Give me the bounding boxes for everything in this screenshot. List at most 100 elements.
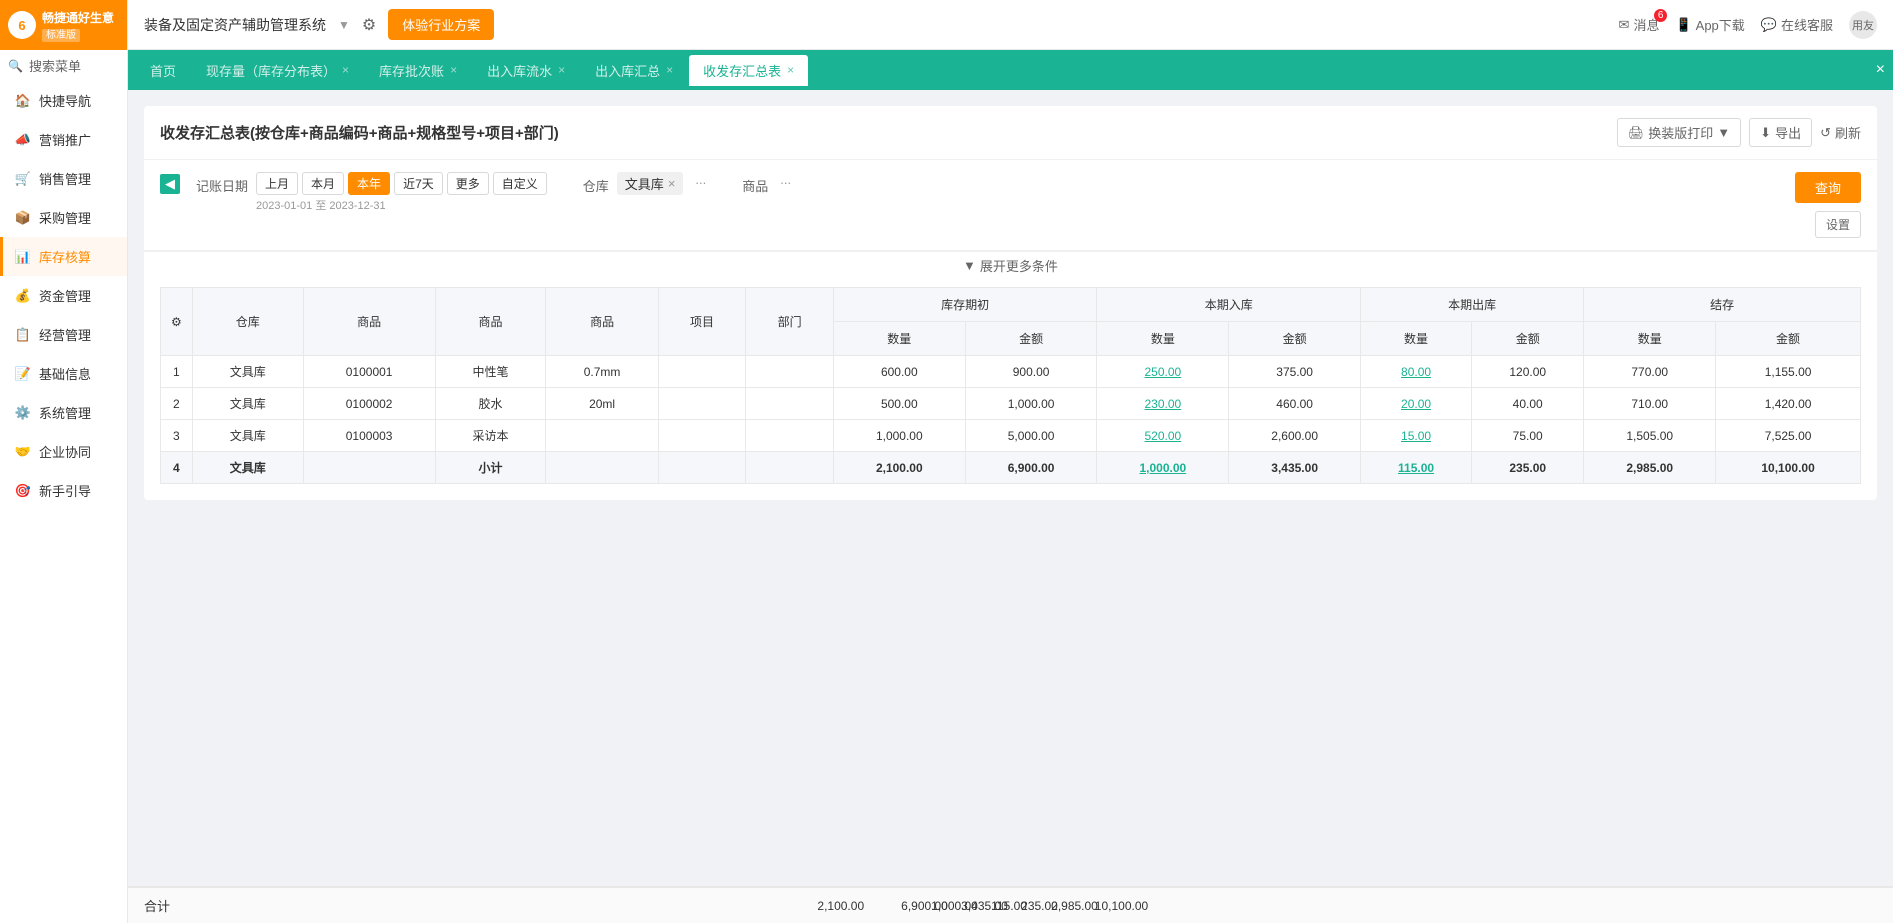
notification-icon: ✉ xyxy=(1619,17,1630,33)
warehouse-tag-close[interactable]: × xyxy=(668,176,676,191)
filter-toggle-button[interactable]: ◀ xyxy=(160,174,180,194)
col-group-out: 本期出库 xyxy=(1361,288,1584,322)
cell-out-qty[interactable]: 80.00 xyxy=(1361,356,1472,388)
home-icon: 🏠 xyxy=(15,93,31,109)
cell-product-code: 0100001 xyxy=(303,356,435,388)
cell-warehouse: 文具库 xyxy=(192,388,303,420)
query-section: 查询 设置 xyxy=(1795,172,1861,238)
date-btn-last-month[interactable]: 上月 xyxy=(256,172,298,195)
search-menu-item[interactable]: 🔍 搜索菜单 xyxy=(0,50,127,81)
date-btn-custom[interactable]: 自定义 xyxy=(493,172,547,195)
print-button[interactable]: 🖨 换装版打印 ▼ xyxy=(1617,118,1741,147)
cell-product-code: 0100002 xyxy=(303,388,435,420)
sidebar-item-purchase[interactable]: 📦 采购管理 xyxy=(0,198,127,237)
page-actions: 🖨 换装版打印 ▼ ⬇ 导出 ↺ 刷新 xyxy=(1617,118,1861,147)
data-table: ⚙ 仓库 商品 商品 商品 项目 部门 库存期初 本期入库 本期出库 结存 xyxy=(160,287,1861,484)
user-avatar[interactable]: 用友 xyxy=(1849,11,1877,39)
marketing-icon: 📣 xyxy=(15,132,31,148)
page-card: 收发存汇总表(按仓库+商品编码+商品+规格型号+项目+部门) 🖨 换装版打印 ▼… xyxy=(144,106,1877,500)
footer-out-qty: 115.00 xyxy=(981,899,1011,913)
settings-icon[interactable]: ⚙ xyxy=(362,15,376,35)
footer-closing-qty: 2,985.00 xyxy=(1041,899,1071,913)
tab-home[interactable]: 首页 xyxy=(136,55,190,86)
main-area: 装备及固定资产辅助管理系统 ▼ ⚙ 体验行业方案 ✉ 消息 6 📱 App下载 … xyxy=(128,0,1893,923)
cell-in-qty[interactable]: 1,000.00 xyxy=(1097,452,1229,484)
trial-button[interactable]: 体验行业方案 xyxy=(388,9,494,40)
sidebar-item-finance[interactable]: 💰 资金管理 xyxy=(0,276,127,315)
sidebar-logo: 6 畅捷通好生意 标准版 xyxy=(0,0,127,50)
col-out-qty: 数量 xyxy=(1361,322,1472,356)
col-closing-amount: 金额 xyxy=(1716,322,1861,356)
footer-data: 2,100.00 6,900.00 1,000.00 3,435.00 115.… xyxy=(186,899,1877,913)
cell-in-qty[interactable]: 230.00 xyxy=(1097,388,1229,420)
operations-icon: 📋 xyxy=(15,327,31,343)
sidebar-item-sales[interactable]: 🛒 销售管理 xyxy=(0,159,127,198)
tab-in-out-flow[interactable]: 出入库流水 × xyxy=(473,55,579,86)
cell-out-amount: 75.00 xyxy=(1472,420,1584,452)
col-product-spec: 商品 xyxy=(546,288,658,356)
tab-close-in-out-flow[interactable]: × xyxy=(558,63,565,77)
table-row: 3文具库0100003采访本1,000.005,000.00520.002,60… xyxy=(161,420,1861,452)
sidebar-item-quick-nav[interactable]: 🏠 快捷导航 xyxy=(0,81,127,120)
cell-in-qty[interactable]: 250.00 xyxy=(1097,356,1229,388)
date-range-display: 2023-01-01 至 2023-12-31 xyxy=(256,197,547,213)
tab-close-inventory-dist[interactable]: × xyxy=(342,63,349,77)
sidebar-item-guide[interactable]: 🎯 新手引导 xyxy=(0,471,127,510)
cell-opening-qty: 600.00 xyxy=(833,356,965,388)
date-btn-more[interactable]: 更多 xyxy=(447,172,489,195)
filter-date-section: 记账日期 上月 本月 本年 近7天 更多 自定义 2023-01-01 至 20… xyxy=(196,172,547,213)
cell-out-qty[interactable]: 20.00 xyxy=(1361,388,1472,420)
col-group-in: 本期入库 xyxy=(1097,288,1361,322)
tab-close-batch-account[interactable]: × xyxy=(450,63,457,77)
date-btn-this-month[interactable]: 本月 xyxy=(302,172,344,195)
sidebar-item-base-info[interactable]: 📝 基础信息 xyxy=(0,354,127,393)
cell-opening-amount: 900.00 xyxy=(965,356,1097,388)
online-support-button[interactable]: 💬 在线客服 xyxy=(1761,15,1833,34)
cell-closing-qty: 770.00 xyxy=(1584,356,1716,388)
refresh-button[interactable]: ↺ 刷新 xyxy=(1820,123,1861,142)
tab-inventory-dist[interactable]: 现存量（库存分布表） × xyxy=(192,55,363,86)
footer-label: 合计 xyxy=(144,896,186,915)
cell-out-qty[interactable]: 115.00 xyxy=(1361,452,1472,484)
cell-out-qty[interactable]: 15.00 xyxy=(1361,420,1472,452)
sidebar-item-system[interactable]: ⚙️ 系统管理 xyxy=(0,393,127,432)
date-btn-7days[interactable]: 近7天 xyxy=(394,172,443,195)
product-label: 商品 xyxy=(742,172,768,195)
footer-closing-amount: 10,100.00 xyxy=(1071,899,1172,913)
col-project: 项目 xyxy=(658,288,746,356)
export-button[interactable]: ⬇ 导出 xyxy=(1749,118,1812,147)
sidebar-item-marketing[interactable]: 📣 营销推广 xyxy=(0,120,127,159)
product-more[interactable]: ... xyxy=(780,172,791,187)
tab-batch-account[interactable]: 库存批次账 × xyxy=(365,55,471,86)
sidebar-item-inventory[interactable]: 📊 库存核算 xyxy=(0,237,127,276)
app-icon: 📱 xyxy=(1675,17,1691,33)
cell-in-qty[interactable]: 520.00 xyxy=(1097,420,1229,452)
cell-opening-qty: 500.00 xyxy=(833,388,965,420)
header-dropdown-icon: ▼ xyxy=(338,18,350,32)
col-in-amount: 金额 xyxy=(1229,322,1361,356)
cell-department xyxy=(746,420,834,452)
table-section: ⚙ 仓库 商品 商品 商品 项目 部门 库存期初 本期入库 本期出库 结存 xyxy=(144,287,1877,500)
col-gear[interactable]: ⚙ xyxy=(161,288,193,356)
notifications-button[interactable]: ✉ 消息 6 xyxy=(1619,15,1660,34)
col-product-name: 商品 xyxy=(435,288,546,356)
tab-close-recv-send-summary[interactable]: × xyxy=(787,63,794,77)
date-btn-this-year[interactable]: 本年 xyxy=(348,172,390,195)
sidebar-item-operations[interactable]: 📋 经营管理 xyxy=(0,315,127,354)
sidebar-item-collab[interactable]: 🤝 企业协同 xyxy=(0,432,127,471)
tab-close-in-out-summary[interactable]: × xyxy=(666,63,673,77)
col-closing-qty: 数量 xyxy=(1584,322,1716,356)
expand-more-btn[interactable]: ▼ 展开更多条件 xyxy=(144,251,1877,279)
page-content: 收发存汇总表(按仓库+商品编码+商品+规格型号+项目+部门) 🖨 换装版打印 ▼… xyxy=(128,90,1893,886)
tab-in-out-summary[interactable]: 出入库汇总 × xyxy=(581,55,687,86)
query-button[interactable]: 查询 xyxy=(1795,172,1861,203)
cell-out-amount: 235.00 xyxy=(1472,452,1584,484)
settings-button[interactable]: 设置 xyxy=(1815,211,1861,238)
app-download-button[interactable]: 📱 App下载 xyxy=(1675,15,1744,34)
warehouse-more[interactable]: ... xyxy=(695,172,706,187)
logo-icon: 6 xyxy=(8,11,36,39)
date-btn-group: 上月 本月 本年 近7天 更多 自定义 xyxy=(256,172,547,195)
cell-product-spec xyxy=(546,420,658,452)
tab-recv-send-summary[interactable]: 收发存汇总表 × xyxy=(689,55,808,86)
tab-bar-close-button[interactable]: × xyxy=(1876,61,1885,79)
